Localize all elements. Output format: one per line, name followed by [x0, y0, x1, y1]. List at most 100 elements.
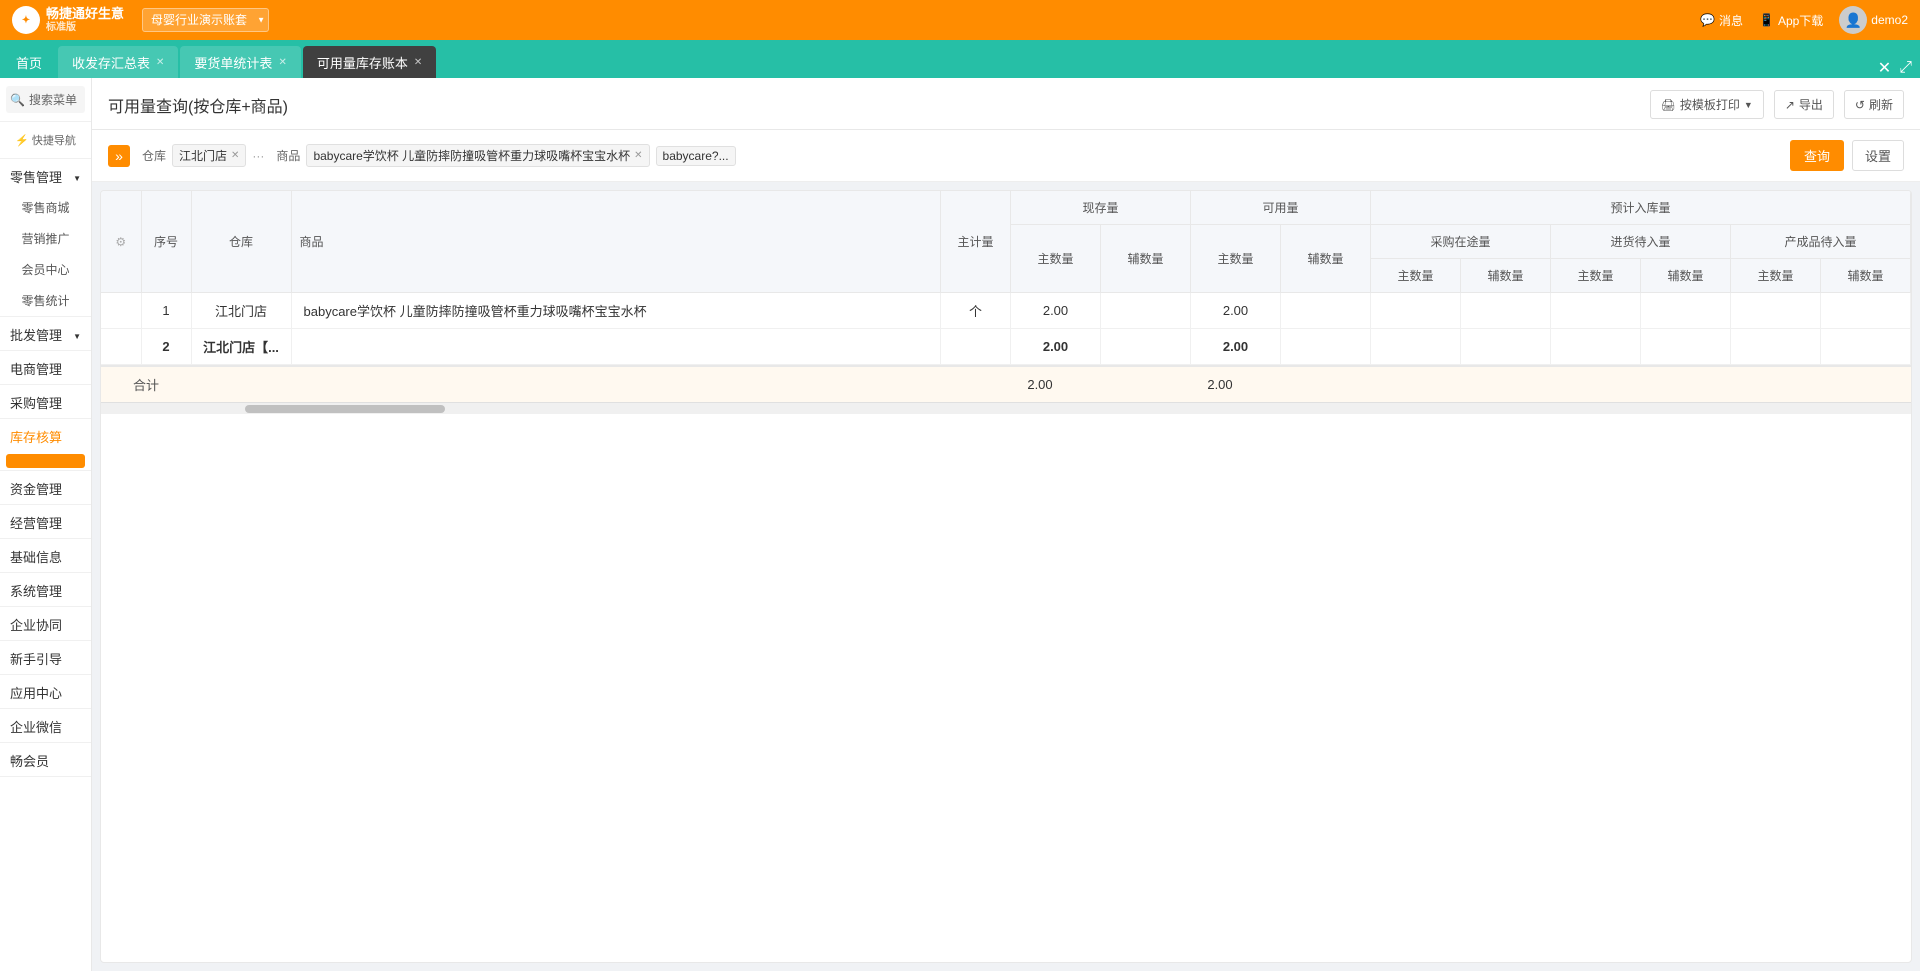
row1-stock-main: 2.00	[1011, 293, 1101, 329]
warehouse-tag: 江北门店 ✕	[172, 144, 246, 167]
refresh-button[interactable]: ↺ 刷新	[1844, 90, 1904, 119]
sidebar-section-inventory-header[interactable]: 库存核算	[0, 419, 91, 452]
row1-check	[101, 293, 141, 329]
product-tag: babycare学饮杯 儿童防摔防撞吸管杯重力球吸嘴杯宝宝水杯 ✕	[306, 144, 649, 167]
sidebar-section-member-header[interactable]: 畅会员	[0, 743, 91, 776]
th-available-group-cell: 可用量	[1191, 191, 1371, 225]
product-tag-close[interactable]: ✕	[634, 150, 642, 161]
warehouse-tag-close[interactable]: ✕	[231, 150, 239, 161]
sidebar-section-retail-header[interactable]: 零售管理	[0, 159, 91, 192]
tab-inventory-summary[interactable]: 收发存汇总表 ✕	[58, 46, 178, 78]
row1-no: 1	[141, 293, 191, 329]
th-sm: 主数量	[1011, 225, 1101, 293]
row2-check	[101, 329, 141, 365]
sidebar-item-marketing[interactable]: 营销推广	[0, 223, 91, 254]
row2-avail-aux	[1281, 329, 1371, 365]
row1-avail-main: 2.00	[1191, 293, 1281, 329]
sidebar-section-newuser-header[interactable]: 新手引导	[0, 641, 91, 674]
th-no-cell: 序号	[141, 191, 191, 293]
sidebar-section-wholesale-header[interactable]: 批发管理	[0, 317, 91, 350]
th-pra: 辅数量	[1821, 259, 1911, 293]
tab-home[interactable]: 首页	[2, 46, 56, 78]
username: demo2	[1871, 13, 1908, 27]
filter-bar: » 仓库 江北门店 ✕ ··· 商品 babycare学饮杯 儿童防摔防撞吸管杯…	[92, 130, 1920, 182]
sidebar-section-collab-header[interactable]: 企业协同	[0, 607, 91, 640]
sidebar-section-finance-header[interactable]: 资金管理	[0, 471, 91, 504]
product-label: 商品	[276, 147, 300, 164]
th-prod: 产成品待入量	[1731, 225, 1911, 259]
chevron-down-icon	[73, 327, 81, 342]
gear-icon[interactable]: ⚙	[115, 235, 126, 249]
tab-close-icon[interactable]: ✕	[156, 57, 164, 68]
row1-avail-aux	[1281, 293, 1371, 329]
sidebar-section-purchase: 采购管理	[0, 385, 91, 419]
app-download-action[interactable]: 📱 App下载	[1759, 12, 1823, 29]
tab-close-icon[interactable]: ✕	[414, 57, 422, 68]
page-actions: 🖨 按模板打印 ▼ ↗ 导出 ↺ 刷新	[1650, 90, 1904, 119]
quick-nav-button[interactable]: ⚡ 快捷导航	[6, 128, 85, 152]
sidebar-section-wechat-header[interactable]: 企业微信	[0, 709, 91, 742]
scroll-thumb[interactable]	[245, 405, 445, 413]
tab-available-inventory[interactable]: 可用量库存账本 ✕	[303, 46, 436, 78]
sidebar-section-operations-header[interactable]: 经营管理	[0, 505, 91, 538]
tab-order-stats[interactable]: 要货单统计表 ✕	[180, 46, 300, 78]
chevron-down-icon	[73, 169, 81, 184]
sidebar-section-appstore: 应用中心	[0, 675, 91, 709]
quick-nav-btn[interactable]: ⚡ 快捷导航	[0, 122, 91, 159]
filter-actions: 查询 设置	[1790, 140, 1904, 171]
sidebar-item-retail-stats[interactable]: 零售统计	[0, 285, 91, 316]
row2-produce-main	[1731, 329, 1821, 365]
table-body: 1 江北门店 babycare学饮杯 儿童防摔防撞吸管杯重力球吸嘴杯宝宝水杯 个…	[101, 293, 1911, 365]
maximize-button[interactable]: ⤢	[1899, 59, 1912, 77]
industry-select[interactable]: 母婴行业演示账套	[142, 8, 269, 32]
page-title: 可用量查询(按仓库+商品)	[108, 93, 288, 117]
sidebar-section-basic-info-header[interactable]: 基础信息	[0, 539, 91, 572]
brand-logo: ✦ 畅捷通好生意 标准版	[12, 6, 124, 34]
close-tab-button[interactable]: ✕	[1878, 58, 1891, 78]
refresh-icon: ↺	[1855, 98, 1865, 112]
sidebar-section-operations: 经营管理	[0, 505, 91, 539]
sidebar-section-purchase-header[interactable]: 采购管理	[0, 385, 91, 418]
content-area: 可用量查询(按仓库+商品) 🖨 按模板打印 ▼ ↗ 导出 ↺ 刷新 »	[92, 78, 1920, 971]
search-icon: 🔍	[10, 93, 25, 107]
warehouse-more[interactable]: ···	[252, 149, 264, 163]
th-inc: 进货待入量	[1551, 225, 1731, 259]
search-menu-button[interactable]: 🔍 搜索菜单	[6, 86, 85, 113]
row1-produce-aux	[1821, 293, 1911, 329]
sidebar-item-retail-mall[interactable]: 零售商城	[0, 192, 91, 223]
th-purch: 采购在途量	[1371, 225, 1551, 259]
th-pa: 辅数量	[1461, 259, 1551, 293]
avatar: 👤	[1839, 6, 1867, 34]
export-button[interactable]: ↗ 导出	[1774, 90, 1834, 119]
page-header: 可用量查询(按仓库+商品) 🖨 按模板打印 ▼ ↗ 导出 ↺ 刷新	[92, 78, 1920, 130]
message-action[interactable]: 💬 消息	[1700, 12, 1743, 29]
sidebar: 🔍 搜索菜单 ⚡ 快捷导航 零售管理 零售商城 营销推广 会员中心 零售统计 批…	[0, 78, 92, 971]
th-pm: 主数量	[1371, 259, 1461, 293]
sidebar-section-system-header[interactable]: 系统管理	[0, 573, 91, 606]
th-prm: 主数量	[1731, 259, 1821, 293]
brand-name: 畅捷通好生意	[46, 6, 124, 22]
sidebar-section-wholesale: 批发管理	[0, 317, 91, 351]
row1-purchase-aux	[1461, 293, 1551, 329]
sidebar-section-inventory: 库存核算	[0, 419, 91, 471]
row1-purchase-main	[1371, 293, 1461, 329]
user-area[interactable]: 👤 demo2	[1839, 6, 1908, 34]
sidebar-item-member[interactable]: 会员中心	[0, 254, 91, 285]
sidebar-section-ecommerce-header[interactable]: 电商管理	[0, 351, 91, 384]
row1-incoming-aux	[1641, 293, 1731, 329]
row2-product	[291, 329, 941, 365]
row2-warehouse: 江北门店【...	[191, 329, 291, 365]
table-container: ⚙ 序号 仓库 商品 主计量 现存量 可用量 预计入库量 主数量 辅数量 主数量…	[100, 190, 1912, 963]
tab-close-icon[interactable]: ✕	[278, 57, 286, 68]
query-button[interactable]: 查询	[1790, 140, 1844, 171]
sidebar-item-inventory-active[interactable]	[6, 454, 85, 468]
settings-button[interactable]: 设置	[1852, 140, 1904, 171]
sidebar-search[interactable]: 🔍 搜索菜单	[0, 78, 91, 122]
filter-expand-button[interactable]: »	[108, 145, 130, 167]
horizontal-scrollbar[interactable]	[101, 402, 1911, 414]
row1-product: babycare学饮杯 儿童防摔防撞吸管杯重力球吸嘴杯宝宝水杯	[291, 293, 941, 329]
table-row: 2 江北门店【... 2.00 2.00	[101, 329, 1911, 365]
row1-stock-aux	[1101, 293, 1191, 329]
sidebar-section-appstore-header[interactable]: 应用中心	[0, 675, 91, 708]
template-print-button[interactable]: 🖨 按模板打印 ▼	[1650, 90, 1764, 119]
